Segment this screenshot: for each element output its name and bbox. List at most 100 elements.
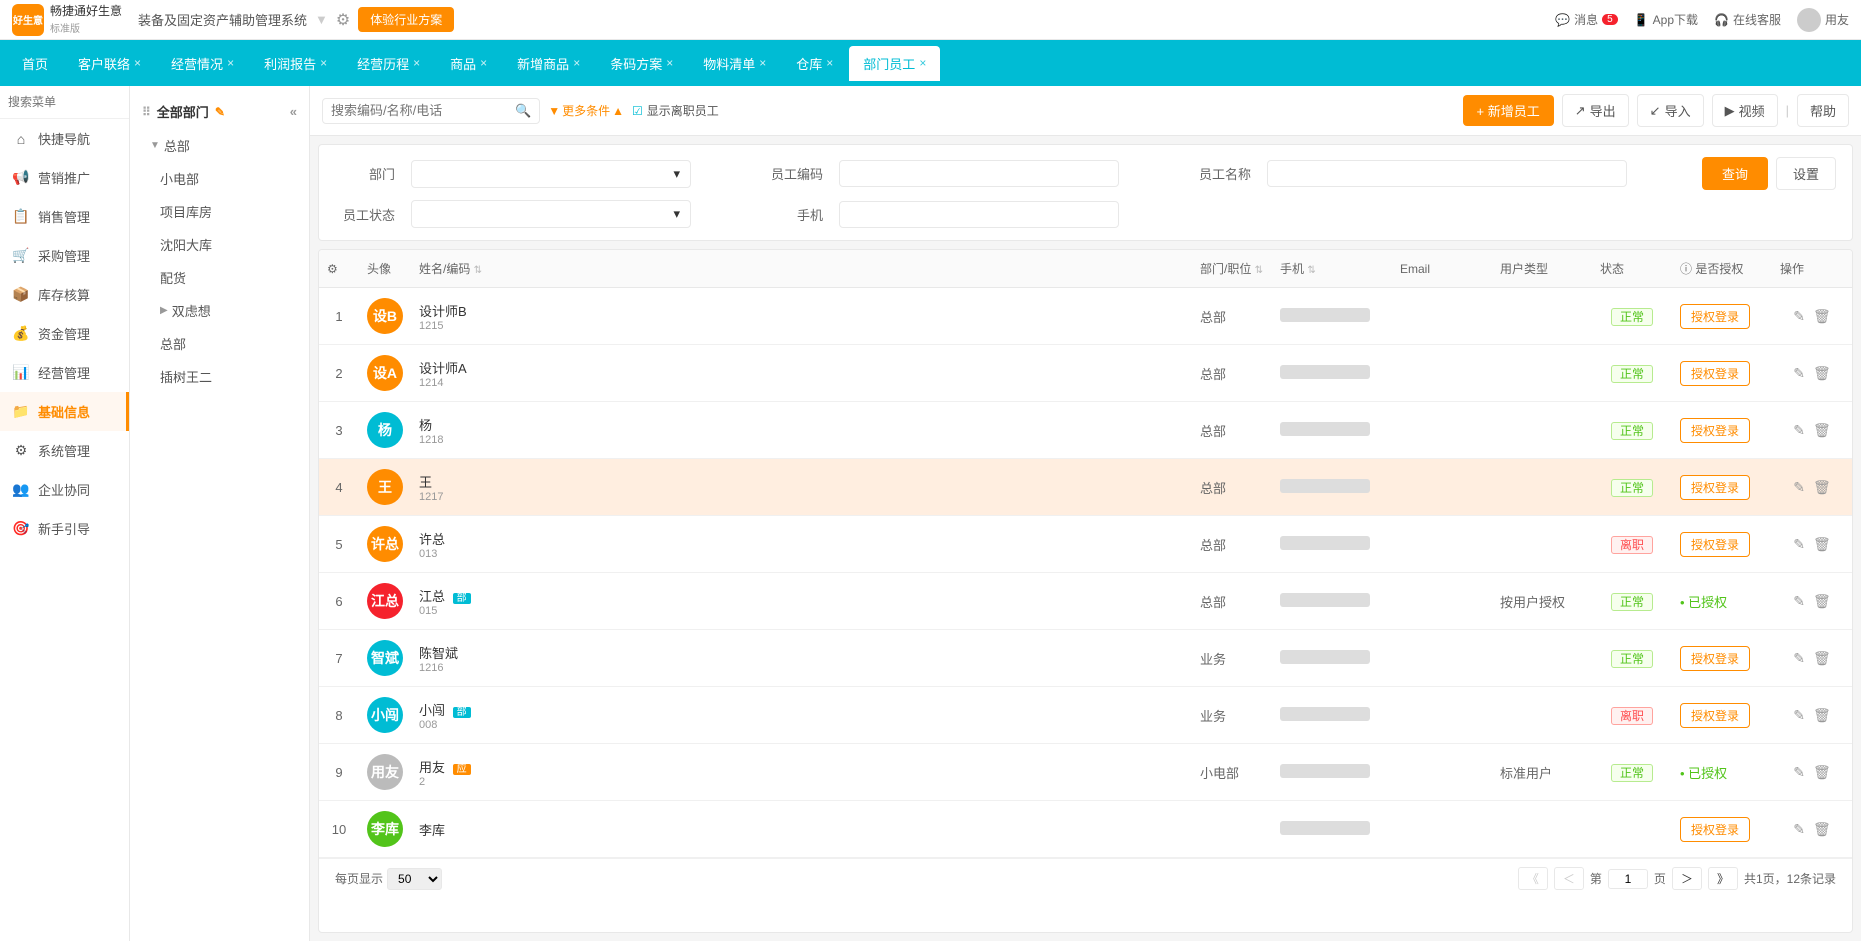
- import-button[interactable]: ↙ 导入: [1637, 94, 1704, 127]
- dept-item-zongbu[interactable]: ▼ 总部: [130, 129, 309, 162]
- sidebar-search-input[interactable]: [8, 95, 130, 109]
- delete-icon[interactable]: 🗑: [1813, 422, 1831, 439]
- auth-button[interactable]: 授权登录: [1680, 703, 1750, 728]
- nav-close-employee[interactable]: ×: [919, 56, 926, 70]
- edit-icon[interactable]: ✎: [1793, 422, 1805, 439]
- sidebar-item-system[interactable]: ⚙ 系统管理: [0, 431, 129, 470]
- sidebar-item-biz[interactable]: 📊 经营管理: [0, 353, 129, 392]
- nav-item-new-goods[interactable]: 新增商品 ×: [503, 46, 594, 81]
- th-settings[interactable]: ⚙: [319, 250, 359, 288]
- view-button[interactable]: ▶ 视频: [1712, 94, 1778, 127]
- nav-item-barcode[interactable]: 条码方案 ×: [596, 46, 687, 81]
- delete-icon[interactable]: 🗑: [1813, 764, 1831, 781]
- delete-icon[interactable]: 🗑: [1813, 365, 1831, 382]
- sidebar-item-basic[interactable]: 📁 基础信息: [0, 392, 129, 431]
- dept-item-peihu[interactable]: 配货: [130, 261, 309, 294]
- next-page-button[interactable]: ＞: [1672, 867, 1702, 890]
- dept-item-kuroom[interactable]: 项目库房: [130, 195, 309, 228]
- page-size-select[interactable]: 50 100 200: [387, 868, 442, 890]
- sidebar-item-marketing[interactable]: 📢 营销推广: [0, 158, 129, 197]
- dept-item-zongbu2[interactable]: 总部: [130, 327, 309, 360]
- nav-close-history[interactable]: ×: [413, 56, 420, 70]
- auth-button[interactable]: 授权登录: [1680, 532, 1750, 557]
- app-download-button[interactable]: 📱 App下载: [1634, 11, 1698, 28]
- add-employee-button[interactable]: + 新增员工: [1463, 95, 1554, 126]
- nav-item-bom[interactable]: 物料清单 ×: [689, 46, 780, 81]
- delete-icon[interactable]: 🗑: [1813, 821, 1831, 838]
- th-phone[interactable]: 手机 ⇅: [1272, 250, 1392, 288]
- dept-item-shuanglv[interactable]: ▶ 双虑想: [130, 294, 309, 327]
- online-service-button[interactable]: 🎧 在线客服: [1714, 11, 1781, 28]
- dept-collapse-icon[interactable]: «: [290, 104, 297, 119]
- prev-page-button[interactable]: ＜: [1554, 867, 1584, 890]
- export-button[interactable]: ↗ 导出: [1562, 94, 1629, 127]
- sidebar-item-guide[interactable]: 🎯 新手引导: [0, 509, 129, 548]
- sidebar-item-purchase[interactable]: 🛒 采购管理: [0, 236, 129, 275]
- nav-close-bom[interactable]: ×: [759, 56, 766, 70]
- edit-icon[interactable]: ✎: [1793, 308, 1805, 325]
- edit-icon[interactable]: ✎: [1793, 365, 1805, 382]
- auth-button[interactable]: 授权登录: [1680, 817, 1750, 842]
- sidebar-item-inventory[interactable]: 📦 库存核算: [0, 275, 129, 314]
- sidebar-item-sales[interactable]: 📋 销售管理: [0, 197, 129, 236]
- dept-item-xiaodian[interactable]: 小电部: [130, 162, 309, 195]
- nav-item-employee[interactable]: 部门员工 ×: [849, 46, 940, 81]
- page-number-input[interactable]: [1608, 869, 1648, 889]
- dept-filter-select[interactable]: ▾: [411, 160, 691, 188]
- emp-code-input[interactable]: [839, 160, 1119, 187]
- delete-icon[interactable]: 🗑: [1813, 707, 1831, 724]
- edit-icon[interactable]: ✎: [1793, 479, 1805, 496]
- edit-icon[interactable]: ✎: [1793, 593, 1805, 610]
- nav-item-operation[interactable]: 经营情况 ×: [157, 46, 248, 81]
- user-area[interactable]: 用友: [1797, 8, 1849, 32]
- delete-icon[interactable]: 🗑: [1813, 650, 1831, 667]
- query-button[interactable]: 查询: [1702, 157, 1768, 190]
- nav-close-warehouse[interactable]: ×: [826, 56, 833, 70]
- th-dept[interactable]: 部门/职位 ⇅: [1192, 250, 1272, 288]
- messages-button[interactable]: 💬 消息 5: [1555, 11, 1618, 28]
- nav-item-customer[interactable]: 客户联络 ×: [64, 46, 155, 81]
- last-page-button[interactable]: 》: [1708, 867, 1738, 890]
- th-name[interactable]: 姓名/编码 ⇅: [411, 250, 1192, 288]
- dept-item-chushu[interactable]: 插树王二: [130, 360, 309, 393]
- emp-name-input[interactable]: [1267, 160, 1627, 187]
- phone-filter-input[interactable]: [839, 201, 1119, 228]
- auth-button[interactable]: 授权登录: [1680, 646, 1750, 671]
- dept-edit-icon[interactable]: ✎: [215, 105, 225, 119]
- nav-close-customer[interactable]: ×: [134, 56, 141, 70]
- auth-button[interactable]: 授权登录: [1680, 475, 1750, 500]
- delete-icon[interactable]: 🗑: [1813, 479, 1831, 496]
- sidebar-item-quicknav[interactable]: ⌂ 快捷导航: [0, 119, 129, 158]
- nav-item-home[interactable]: 首页: [8, 46, 62, 81]
- nav-item-goods[interactable]: 商品 ×: [436, 46, 501, 81]
- nav-close-operation[interactable]: ×: [227, 56, 234, 70]
- nav-item-warehouse[interactable]: 仓库 ×: [782, 46, 847, 81]
- edit-icon[interactable]: ✎: [1793, 821, 1805, 838]
- auth-button[interactable]: 授权登录: [1680, 418, 1750, 443]
- show-resigned-toggle[interactable]: ☑ 显示离职员工: [632, 102, 719, 119]
- edit-icon[interactable]: ✎: [1793, 764, 1805, 781]
- help-button[interactable]: 帮助: [1797, 94, 1849, 127]
- nav-close-profit[interactable]: ×: [320, 56, 327, 70]
- settings-icon[interactable]: ⚙: [336, 10, 350, 30]
- edit-icon[interactable]: ✎: [1793, 707, 1805, 724]
- trial-button[interactable]: 体验行业方案: [358, 7, 454, 32]
- edit-icon[interactable]: ✎: [1793, 536, 1805, 553]
- delete-icon[interactable]: 🗑: [1813, 593, 1831, 610]
- nav-close-new-goods[interactable]: ×: [573, 56, 580, 70]
- first-page-button[interactable]: 《: [1518, 867, 1548, 890]
- auth-button[interactable]: 授权登录: [1680, 304, 1750, 329]
- nav-close-goods[interactable]: ×: [480, 56, 487, 70]
- dept-item-shenyang[interactable]: 沈阳大库: [130, 228, 309, 261]
- nav-item-history[interactable]: 经营历程 ×: [343, 46, 434, 81]
- more-conditions-button[interactable]: ▼ 更多条件 ▲: [548, 102, 624, 119]
- set-button[interactable]: 设置: [1776, 157, 1836, 190]
- edit-icon[interactable]: ✎: [1793, 650, 1805, 667]
- nav-close-barcode[interactable]: ×: [666, 56, 673, 70]
- nav-item-profit[interactable]: 利润报告 ×: [250, 46, 341, 81]
- emp-status-select[interactable]: ▾: [411, 200, 691, 228]
- sidebar-item-collab[interactable]: 👥 企业协同: [0, 470, 129, 509]
- delete-icon[interactable]: 🗑: [1813, 308, 1831, 325]
- delete-icon[interactable]: 🗑: [1813, 536, 1831, 553]
- search-input[interactable]: [331, 103, 511, 118]
